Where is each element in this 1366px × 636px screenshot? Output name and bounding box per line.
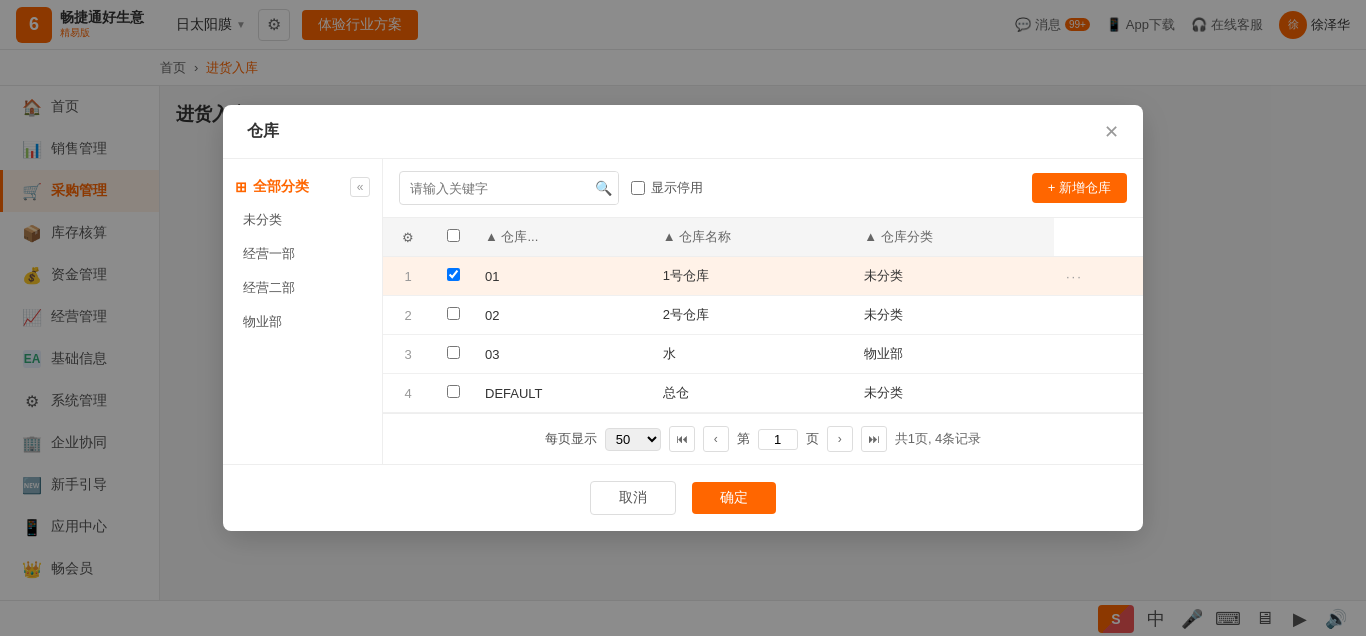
row-num: 2 bbox=[383, 296, 433, 335]
row-code: DEFAULT bbox=[473, 374, 651, 413]
table-toolbar: 🔍 显示停用 + 新增仓库 bbox=[383, 159, 1143, 218]
chevron-left-icon: « bbox=[357, 180, 364, 194]
confirm-button[interactable]: 确定 bbox=[692, 482, 776, 514]
row-name: 总仓 bbox=[651, 374, 853, 413]
add-warehouse-button[interactable]: + 新增仓库 bbox=[1032, 173, 1127, 203]
warehouse-table: ⚙ ▲ 仓库... ▲ 仓库名称 bbox=[383, 218, 1143, 413]
collapse-panel-button[interactable]: « bbox=[350, 177, 370, 197]
table-header-row: ⚙ ▲ 仓库... ▲ 仓库名称 bbox=[383, 218, 1143, 257]
row-num: 4 bbox=[383, 374, 433, 413]
category-header: ⊞ 全部分类 « bbox=[223, 171, 382, 203]
row-code: 03 bbox=[473, 335, 651, 374]
col-code: ▲ 仓库... bbox=[473, 218, 651, 257]
modal-close-button[interactable]: ✕ bbox=[1104, 123, 1119, 141]
modal-body: ⊞ 全部分类 « 未分类 经营一部 经营二部 物业部 bbox=[223, 159, 1143, 464]
col-category: ▲ 仓库分类 bbox=[852, 218, 1054, 257]
category-item-unclassified[interactable]: 未分类 bbox=[223, 203, 382, 237]
prev-page-button[interactable]: ‹ bbox=[703, 426, 729, 452]
row-checkbox[interactable] bbox=[433, 296, 473, 335]
modal-header: 仓库 ✕ bbox=[223, 105, 1143, 159]
all-categories-label: 全部分类 bbox=[253, 178, 309, 196]
per-page-select[interactable]: 50 20 100 bbox=[605, 428, 661, 451]
total-info: 共1页, 4条记录 bbox=[895, 430, 982, 448]
modal-overlay[interactable]: 仓库 ✕ ⊞ 全部分类 « 未分类 经营 bbox=[0, 0, 1366, 636]
table-panel: 🔍 显示停用 + 新增仓库 ⚙ bbox=[383, 159, 1143, 464]
show-disabled-checkbox[interactable] bbox=[631, 181, 645, 195]
category-item-ops1[interactable]: 经营一部 bbox=[223, 237, 382, 271]
pagination: 每页显示 50 20 100 ⏮ ‹ 第 页 › ⏭ 共1 bbox=[383, 413, 1143, 464]
row-checkbox[interactable] bbox=[433, 335, 473, 374]
first-page-button[interactable]: ⏮ bbox=[669, 426, 695, 452]
row-actions[interactable]: ··· bbox=[1054, 257, 1143, 296]
cancel-button[interactable]: 取消 bbox=[590, 481, 676, 515]
page-number-input[interactable] bbox=[758, 429, 798, 450]
row-name: 2号仓库 bbox=[651, 296, 853, 335]
warehouse-modal: 仓库 ✕ ⊞ 全部分类 « 未分类 经营 bbox=[223, 105, 1143, 531]
select-all-checkbox[interactable] bbox=[447, 229, 460, 242]
col-name: ▲ 仓库名称 bbox=[651, 218, 853, 257]
page-unit: 页 bbox=[806, 430, 819, 448]
page-label: 第 bbox=[737, 430, 750, 448]
row-category: 未分类 bbox=[852, 296, 1054, 335]
row-category: 未分类 bbox=[852, 257, 1054, 296]
col-checkbox bbox=[433, 218, 473, 257]
row-category: 未分类 bbox=[852, 374, 1054, 413]
grid-icon: ⊞ bbox=[235, 179, 247, 195]
search-box: 🔍 bbox=[399, 171, 619, 205]
all-categories-item[interactable]: ⊞ 全部分类 bbox=[235, 178, 309, 196]
modal-footer: 取消 确定 bbox=[223, 464, 1143, 531]
table-row[interactable]: 1 01 1号仓库 未分类 ··· bbox=[383, 257, 1143, 296]
modal-title: 仓库 bbox=[247, 121, 279, 142]
table-row[interactable]: 4 DEFAULT 总仓 未分类 bbox=[383, 374, 1143, 413]
table-row[interactable]: 2 02 2号仓库 未分类 bbox=[383, 296, 1143, 335]
row-category: 物业部 bbox=[852, 335, 1054, 374]
category-item-ops2[interactable]: 经营二部 bbox=[223, 271, 382, 305]
row-code: 02 bbox=[473, 296, 651, 335]
col-settings: ⚙ bbox=[383, 218, 433, 257]
row-code: 01 bbox=[473, 257, 651, 296]
category-item-property[interactable]: 物业部 bbox=[223, 305, 382, 339]
settings-icon: ⚙ bbox=[402, 230, 414, 245]
row-num: 1 bbox=[383, 257, 433, 296]
data-table: ⚙ ▲ 仓库... ▲ 仓库名称 bbox=[383, 218, 1143, 413]
categories-panel: ⊞ 全部分类 « 未分类 经营一部 经营二部 物业部 bbox=[223, 159, 383, 464]
row-name: 1号仓库 bbox=[651, 257, 853, 296]
row-checkbox[interactable] bbox=[433, 257, 473, 296]
row-name: 水 bbox=[651, 335, 853, 374]
row-checkbox[interactable] bbox=[433, 374, 473, 413]
next-page-button[interactable]: › bbox=[827, 426, 853, 452]
show-disabled-text: 显示停用 bbox=[651, 179, 703, 197]
search-button[interactable]: 🔍 bbox=[588, 172, 618, 204]
per-page-dropdown[interactable]: 50 20 100 bbox=[605, 428, 661, 451]
table-row[interactable]: 3 03 水 物业部 bbox=[383, 335, 1143, 374]
last-page-button[interactable]: ⏭ bbox=[861, 426, 887, 452]
show-disabled-label[interactable]: 显示停用 bbox=[631, 179, 703, 197]
per-page-label: 每页显示 bbox=[545, 430, 597, 448]
search-input[interactable] bbox=[400, 175, 588, 202]
row-num: 3 bbox=[383, 335, 433, 374]
